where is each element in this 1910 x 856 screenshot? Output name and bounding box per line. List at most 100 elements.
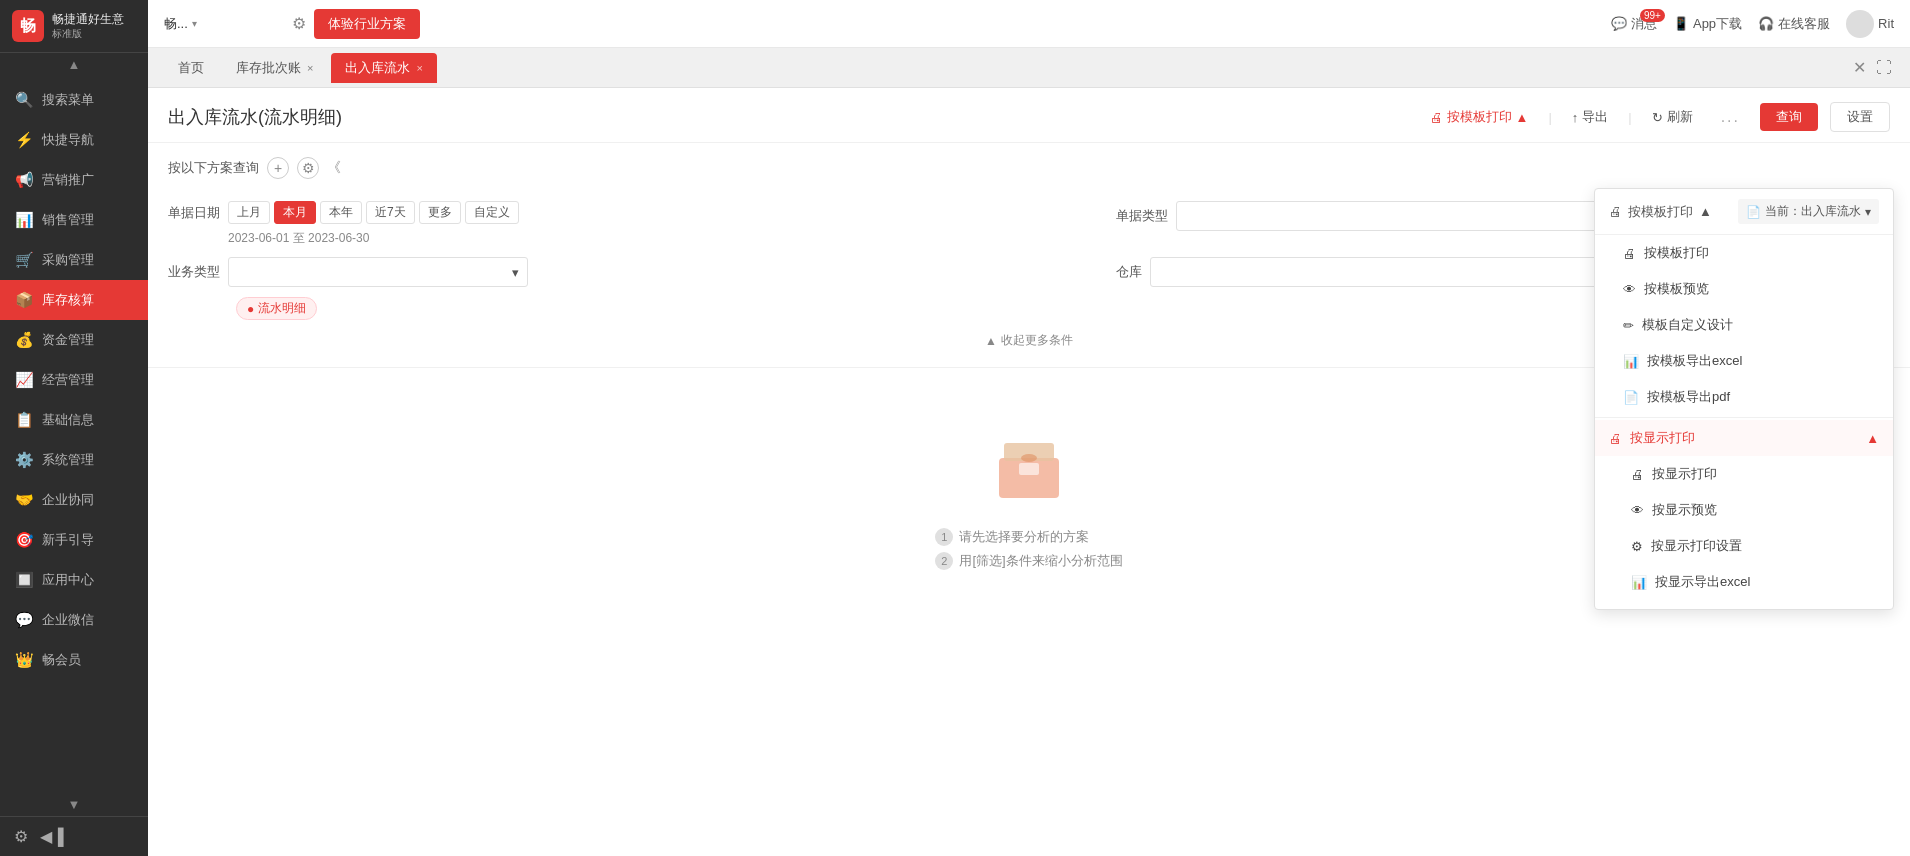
- print-template-button[interactable]: 🖨 按模板打印 ▲: [1422, 104, 1537, 130]
- export-button[interactable]: ↑ 导出: [1564, 104, 1617, 130]
- sidebar-item-app-center[interactable]: 🔲 应用中心: [0, 560, 148, 600]
- display-print-section-icon: 🖨: [1609, 431, 1622, 446]
- filter-collapse-icon[interactable]: 《: [327, 159, 341, 177]
- collapse-button[interactable]: ▲ 收起更多条件: [973, 328, 1085, 353]
- sidebar-item-label: 快捷导航: [42, 131, 94, 149]
- step1-text: 请先选择要分析的方案: [959, 528, 1089, 546]
- display-print-header-left: 🖨 按显示打印: [1609, 429, 1695, 447]
- sidebar-item-operation[interactable]: 📈 经营管理: [0, 360, 148, 400]
- date-btn-last7[interactable]: 近7天: [366, 201, 415, 224]
- print-dropdown-icon: ▲: [1516, 110, 1529, 125]
- sidebar-scroll-down[interactable]: ▼: [0, 793, 148, 816]
- sidebar-nav: 🔍 搜索菜单 ⚡ 快捷导航 📢 营销推广 📊 销售管理 🛒 采购管理 📦 库存核…: [0, 76, 148, 793]
- sidebar-item-label: 企业协同: [42, 491, 94, 509]
- tab-inventory-batch[interactable]: 库存批次账 ×: [222, 53, 327, 83]
- dropdown-item-template-custom[interactable]: ✏ 模板自定义设计: [1595, 307, 1893, 343]
- sidebar-item-member[interactable]: 👑 畅会员: [0, 640, 148, 680]
- dropdown-panel-header: 🖨 按模板打印 ▲ 📄 当前：出入库流水 ▾: [1595, 189, 1893, 235]
- topbar-left: 畅... ▾ ⚙ 体验行业方案: [164, 9, 1599, 39]
- sidebar-item-basic[interactable]: 📋 基础信息: [0, 400, 148, 440]
- separator2: |: [1628, 110, 1631, 125]
- sidebar-item-guide[interactable]: 🎯 新手引导: [0, 520, 148, 560]
- flow-detail-tag-icon: ●: [247, 302, 254, 316]
- sidebar-item-finance[interactable]: 💰 资金管理: [0, 320, 148, 360]
- template-export-excel-icon: 📊: [1623, 354, 1639, 369]
- sidebar-item-label: 畅会员: [42, 651, 81, 669]
- dropdown-item-display-preview[interactable]: 👁 按显示预览: [1595, 492, 1893, 528]
- display-export-excel-label: 按显示导出excel: [1655, 573, 1750, 591]
- more-button[interactable]: ...: [1713, 104, 1748, 130]
- dropdown-item-display-export-excel[interactable]: 📊 按显示导出excel: [1595, 564, 1893, 600]
- dropdown-item-display-export-pdf[interactable]: 📄 按显示导出pdf: [1595, 600, 1893, 609]
- tab-home[interactable]: 首页: [164, 53, 218, 83]
- dropdown-item-template-preview[interactable]: 👁 按模板预览: [1595, 271, 1893, 307]
- inventory-batch-tab-label: 库存批次账: [236, 59, 301, 77]
- sidebar-item-label: 搜索菜单: [42, 91, 94, 109]
- dropdown-item-template-export-excel[interactable]: 📊 按模板导出excel: [1595, 343, 1893, 379]
- sidebar-scroll-up[interactable]: ▲: [0, 53, 148, 76]
- footer-collapse-icon[interactable]: ◀▐: [40, 827, 63, 846]
- filter-add-button[interactable]: +: [267, 157, 289, 179]
- filter-settings-button[interactable]: ⚙: [297, 157, 319, 179]
- sidebar-item-purchase[interactable]: 🛒 采购管理: [0, 240, 148, 280]
- page-title: 出入库流水(流水明细): [168, 105, 342, 129]
- query-button[interactable]: 查询: [1760, 103, 1818, 131]
- topbar-settings-icon[interactable]: ⚙: [292, 14, 306, 33]
- footer-settings-icon[interactable]: ⚙: [14, 827, 28, 846]
- dropdown-divider-1: [1595, 417, 1893, 418]
- sidebar-item-wechat[interactable]: 💬 企业微信: [0, 600, 148, 640]
- topbar-online-service[interactable]: 🎧 在线客服: [1758, 15, 1830, 33]
- current-tag-label: 当前：出入库流水: [1765, 203, 1861, 220]
- reset-button[interactable]: 设置: [1830, 102, 1890, 132]
- inout-flow-close-icon[interactable]: ×: [416, 62, 422, 74]
- sidebar-item-label: 采购管理: [42, 251, 94, 269]
- sidebar-item-sales[interactable]: 📊 销售管理: [0, 200, 148, 240]
- biz-type-filter-label: 业务类型: [168, 263, 220, 281]
- dropdown-panel-title: 🖨 按模板打印 ▲: [1609, 203, 1712, 221]
- biz-type-dropdown-icon: ▾: [512, 265, 519, 280]
- collapse-up-icon: ▲: [985, 334, 997, 348]
- refresh-icon: ↻: [1652, 110, 1663, 125]
- sidebar-item-inventory[interactable]: 📦 库存核算: [0, 280, 148, 320]
- inout-flow-tab-label: 出入库流水: [345, 59, 410, 77]
- dropdown-display-print-header[interactable]: 🖨 按显示打印 ▲: [1595, 420, 1893, 456]
- print-template-label: 按模板打印: [1447, 108, 1512, 126]
- tab-inout-flow[interactable]: 出入库流水 ×: [331, 53, 436, 83]
- biz-type-select[interactable]: ▾: [228, 257, 528, 287]
- message-badge: 99+: [1640, 9, 1665, 22]
- dropdown-item-display-print-settings[interactable]: ⚙ 按显示打印设置: [1595, 528, 1893, 564]
- template-custom-icon: ✏: [1623, 318, 1634, 333]
- trial-button[interactable]: 体验行业方案: [314, 9, 420, 39]
- step2-text: 用[筛选]条件来缩小分析范围: [959, 552, 1122, 570]
- date-btn-this-year[interactable]: 本年: [320, 201, 362, 224]
- topbar-user-avatar[interactable]: Rit: [1846, 10, 1894, 38]
- date-filter-label: 单据日期: [168, 204, 220, 222]
- refresh-button[interactable]: ↻ 刷新: [1644, 104, 1701, 130]
- date-btn-more[interactable]: 更多: [419, 201, 461, 224]
- inventory-batch-close-icon[interactable]: ×: [307, 62, 313, 74]
- date-btn-custom[interactable]: 自定义: [465, 201, 519, 224]
- topbar-user-area[interactable]: 畅... ▾: [164, 15, 284, 33]
- tab-expand-button[interactable]: ⛶: [1874, 56, 1894, 79]
- dropdown-item-template-print[interactable]: 🖨 按模板打印: [1595, 235, 1893, 271]
- template-print-label: 按模板打印: [1644, 244, 1709, 262]
- sidebar-item-marketing[interactable]: 📢 营销推广: [0, 160, 148, 200]
- flow-detail-tag[interactable]: ● 流水明细: [236, 297, 317, 320]
- sidebar-item-system[interactable]: ⚙️ 系统管理: [0, 440, 148, 480]
- sidebar-item-cooperation[interactable]: 🤝 企业协同: [0, 480, 148, 520]
- dropdown-item-display-print[interactable]: 🖨 按显示打印: [1595, 456, 1893, 492]
- sidebar-item-quick-nav[interactable]: ⚡ 快捷导航: [0, 120, 148, 160]
- empty-step-2: 2 用[筛选]条件来缩小分析范围: [935, 552, 1122, 570]
- sidebar-item-label: 库存核算: [42, 291, 94, 309]
- dropdown-item-template-export-pdf[interactable]: 📄 按模板导出pdf: [1595, 379, 1893, 415]
- sidebar-item-search[interactable]: 🔍 搜索菜单: [0, 80, 148, 120]
- topbar-app-download[interactable]: 📱 App下载: [1673, 15, 1742, 33]
- date-btn-this-month[interactable]: 本月: [274, 201, 316, 224]
- topbar-message[interactable]: 💬 消息 99+: [1611, 15, 1657, 33]
- sidebar-item-label: 应用中心: [42, 571, 94, 589]
- filter-date-range: 2023-06-01 至 2023-06-30: [228, 230, 369, 247]
- topbar: 畅... ▾ ⚙ 体验行业方案 💬 消息 99+ 📱 App下载 🎧 在线客服: [148, 0, 1910, 48]
- sidebar-item-label: 营销推广: [42, 171, 94, 189]
- date-btn-last-month[interactable]: 上月: [228, 201, 270, 224]
- tab-close-all-button[interactable]: ✕: [1851, 56, 1868, 79]
